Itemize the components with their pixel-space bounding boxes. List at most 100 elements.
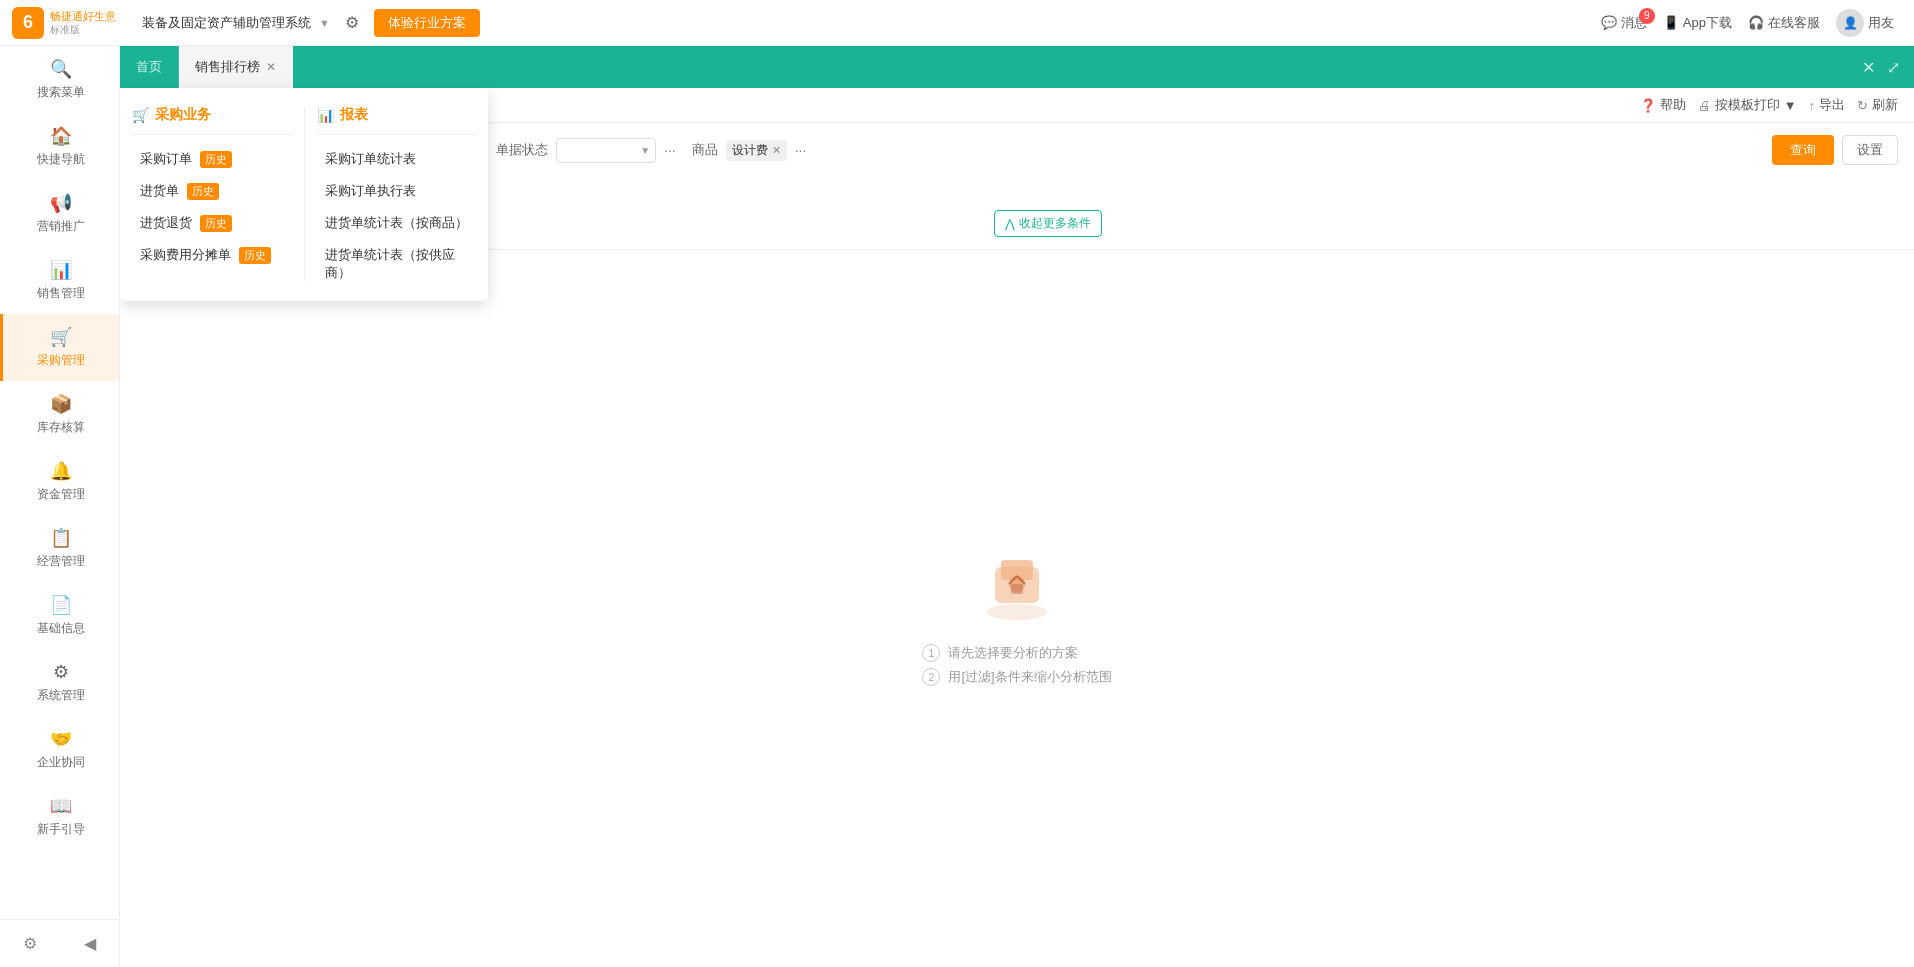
purchase-section: 🛒 采购业务 采购订单 历史 进货单 历史 进货退货 历史 <box>120 100 304 289</box>
tab-expand-btn[interactable]: ⤢ <box>1883 54 1904 81</box>
phone-icon: 📱 <box>1663 15 1679 30</box>
tab-bar: 首页 销售排行榜 ✕ ✕ ⤢ <box>120 46 1914 88</box>
menu-item-purchase-order-stat[interactable]: 采购订单统计表 <box>317 143 477 175</box>
sidebar-item-sales[interactable]: 📊 销售管理 <box>0 247 119 314</box>
top-bar: 6 畅捷通好生意 标准版 装备及固定资产辅助管理系统 ▼ ⚙ 体验行业方案 💬 … <box>0 0 1914 46</box>
industry-btn[interactable]: 体验行业方案 <box>374 9 480 37</box>
doc-status-dots[interactable]: ··· <box>664 142 676 158</box>
goods-label: 商品 <box>692 141 718 159</box>
goods-tag-close[interactable]: ✕ <box>772 144 781 157</box>
filter-doc-status: 单据状态 ▼ ··· <box>496 138 676 163</box>
nav-user[interactable]: 👤 用友 <box>1836 9 1894 37</box>
sidebar-item-basic-info[interactable]: 📄 基础信息 <box>0 582 119 649</box>
marketing-icon: 📢 <box>50 192 72 214</box>
goods-dots[interactable]: ··· <box>795 142 807 158</box>
sidebar-item-marketing[interactable]: 📢 营销推广 <box>0 180 119 247</box>
export-icon: ↑ <box>1809 98 1816 113</box>
empty-hint-2: 2 用[过滤]条件来缩小分析范围 <box>922 668 1111 686</box>
nav-app-download[interactable]: 📱 App下载 <box>1663 14 1732 32</box>
sidebar-item-inventory[interactable]: 📦 库存核算 <box>0 381 119 448</box>
menu-item-inbound-stat-supplier[interactable]: 进货单统计表（按供应商） <box>317 239 477 289</box>
purchase-section-icon: 🛒 <box>132 107 149 123</box>
system-title: 装备及固定资产辅助管理系统 <box>142 14 311 32</box>
print-icon: 🖨 <box>1698 98 1711 113</box>
sidebar-item-quick-nav[interactable]: 🏠 快捷导航 <box>0 113 119 180</box>
inventory-icon: 📦 <box>50 393 72 415</box>
sidebar-settings-btn[interactable]: ⚙ <box>15 930 45 957</box>
menu-item-expense[interactable]: 采购费用分摊单 历史 <box>132 239 292 271</box>
settings-btn[interactable]: 设置 <box>1842 135 1898 165</box>
purchase-section-title: 🛒 采购业务 <box>132 100 292 135</box>
system-icon: ⚙ <box>53 661 69 683</box>
empty-hints: 1 请先选择要分析的方案 2 用[过滤]条件来缩小分析范围 <box>922 644 1111 686</box>
svg-rect-6 <box>1011 584 1023 594</box>
tab-sales-ranking[interactable]: 销售排行榜 ✕ <box>179 46 293 88</box>
print-arrow-icon: ▼ <box>1784 98 1797 113</box>
sidebar-item-system[interactable]: ⚙ 系统管理 <box>0 649 119 716</box>
sidebar-collapse-btn[interactable]: ◀ <box>76 930 104 957</box>
doc-status-select[interactable] <box>556 138 656 163</box>
sidebar-item-guide[interactable]: 📖 新手引导 <box>0 783 119 850</box>
collapse-wrapper: ⋀ 收起更多条件 <box>994 210 1102 237</box>
title-dropdown-arrow[interactable]: ▼ <box>319 17 330 29</box>
goods-tag: 设计费 ✕ <box>726 140 787 161</box>
doc-status-label: 单据状态 <box>496 141 548 159</box>
collapse-up-icon: ⋀ <box>1005 217 1015 231</box>
sidebar-item-finance[interactable]: 🔔 资金管理 <box>0 448 119 515</box>
help-btn[interactable]: ❓ 帮助 <box>1640 96 1686 114</box>
enterprise-icon: 🤝 <box>50 728 72 750</box>
query-btn[interactable]: 查询 <box>1772 135 1834 165</box>
tab-home[interactable]: 首页 <box>120 46 179 88</box>
finance-icon: 🔔 <box>50 460 72 482</box>
nav-online-service[interactable]: 🎧 在线客服 <box>1748 14 1820 32</box>
menu-item-inbound[interactable]: 进货单 历史 <box>132 175 292 207</box>
top-right: 💬 消息 9 📱 App下载 🎧 在线客服 👤 用友 <box>1601 9 1902 37</box>
print-btn[interactable]: 🖨 按模板打印 ▼ <box>1698 96 1797 114</box>
logo-area: 6 畅捷通好生意 标准版 <box>12 7 132 39</box>
message-icon: 💬 <box>1601 15 1617 30</box>
tab-spacer <box>293 46 1848 88</box>
logo-text: 畅捷通好生意 标准版 <box>50 9 116 36</box>
nav-messages[interactable]: 💬 消息 9 <box>1601 14 1647 32</box>
content-area: 首页 销售排行榜 ✕ ✕ ⤢ 🛒 采购业务 <box>120 46 1914 967</box>
system-settings-icon[interactable]: ⚙ <box>338 9 366 37</box>
main-layout: 🔍 搜索菜单 🏠 快捷导航 📢 营销推广 📊 销售管理 🛒 采购管理 📦 库存核… <box>0 46 1914 967</box>
export-btn[interactable]: ↑ 导出 <box>1809 96 1846 114</box>
sales-icon: 📊 <box>50 259 72 281</box>
empty-hint-1: 1 请先选择要分析的方案 <box>922 644 1111 662</box>
sidebar-item-purchase[interactable]: 🛒 采购管理 <box>0 314 119 381</box>
top-center: 装备及固定资产辅助管理系统 ▼ ⚙ 体验行业方案 <box>132 9 1601 37</box>
tab-close-icon[interactable]: ✕ <box>266 60 276 74</box>
report-section-icon: 📊 <box>317 107 334 123</box>
guide-icon: 📖 <box>50 795 72 817</box>
operation-icon: 📋 <box>50 527 72 549</box>
filter-actions: 查询 设置 <box>1772 135 1898 165</box>
help-icon: ❓ <box>1640 98 1656 113</box>
purchase-icon: 🛒 <box>50 326 72 348</box>
sidebar-bottom: ⚙ ◀ <box>0 919 119 967</box>
menu-item-purchase-order-exec[interactable]: 采购订单执行表 <box>317 175 477 207</box>
headset-icon: 🎧 <box>1748 15 1764 30</box>
sidebar-item-enterprise[interactable]: 🤝 企业协同 <box>0 716 119 783</box>
avatar: 👤 <box>1836 9 1864 37</box>
logo-icon: 6 <box>12 7 44 39</box>
report-section: 📊 报表 采购订单统计表 采购订单执行表 进货单统计表（按商品） 进货单统计表（… <box>305 100 489 289</box>
menu-item-purchase-order[interactable]: 采购订单 历史 <box>132 143 292 175</box>
filter-goods: 商品 设计费 ✕ ··· <box>692 140 807 161</box>
purchase-dropdown: 🛒 采购业务 采购订单 历史 进货单 历史 进货退货 历史 <box>120 88 488 301</box>
collapse-btn[interactable]: ⋀ 收起更多条件 <box>994 210 1102 237</box>
empty-illustration <box>967 532 1067 632</box>
menu-item-return[interactable]: 进货退货 历史 <box>132 207 292 239</box>
empty-state: 1 请先选择要分析的方案 2 用[过滤]条件来缩小分析范围 <box>120 250 1914 967</box>
search-icon: 🔍 <box>50 58 72 80</box>
refresh-icon: ↻ <box>1857 98 1868 113</box>
doc-status-select-wrapper: ▼ <box>556 138 656 163</box>
sidebar-item-operation[interactable]: 📋 经营管理 <box>0 515 119 582</box>
dropdown-menu: 🛒 采购业务 采购订单 历史 进货单 历史 进货退货 历史 <box>120 88 488 301</box>
sidebar-item-search[interactable]: 🔍 搜索菜单 <box>0 46 119 113</box>
tab-close-all-btn[interactable]: ✕ <box>1858 54 1879 81</box>
refresh-btn[interactable]: ↻ 刷新 <box>1857 96 1898 114</box>
menu-item-inbound-stat-goods[interactable]: 进货单统计表（按商品） <box>317 207 477 239</box>
home-icon: 🏠 <box>50 125 72 147</box>
tab-actions: ✕ ⤢ <box>1848 46 1914 88</box>
